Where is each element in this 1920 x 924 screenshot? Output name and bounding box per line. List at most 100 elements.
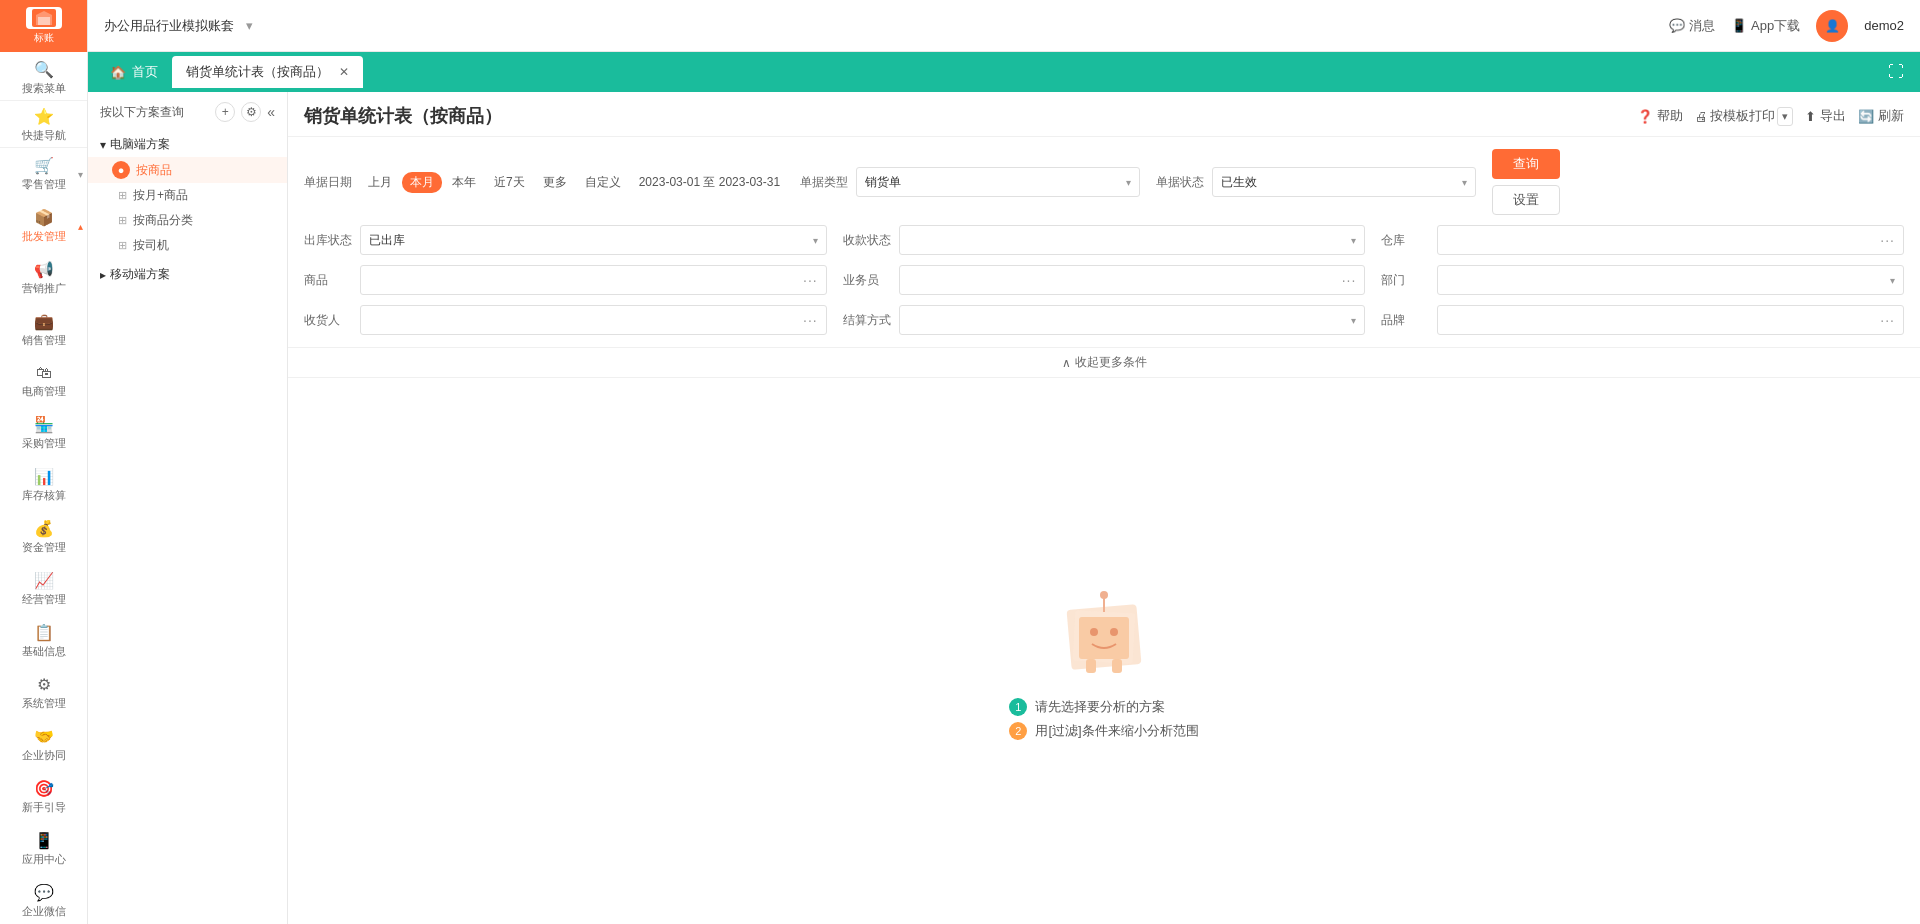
scheme-by-month-goods[interactable]: ⊞ 按月+商品 (88, 183, 287, 208)
sidebar-item-wholesale[interactable]: 📦 批发管理 ▴ (0, 200, 87, 252)
bill-type-value: 销货单 (865, 174, 901, 191)
tab-home-label: 首页 (132, 63, 158, 81)
retail-label: 零售管理 (22, 177, 66, 192)
print-dropdown-arrow[interactable]: ▾ (1777, 107, 1793, 126)
tip-2-text: 用[过滤]条件来缩小分析范围 (1035, 722, 1198, 740)
inventory-icon: 📊 (34, 467, 54, 486)
tab-bar: 🏠 首页 销货单统计表（按商品） ✕ ⛶ (88, 52, 1920, 92)
download-icon: 📱 (1731, 18, 1747, 33)
brand-label: 品牌 (1381, 312, 1429, 329)
date-tab-7days[interactable]: 近7天 (486, 172, 533, 193)
filter-row-1: 单据日期 上月 本月 本年 近7天 更多 自定义 2023-03-01 至 20… (304, 149, 1904, 215)
help-button[interactable]: ❓ 帮助 (1637, 107, 1683, 125)
system-icon: ⚙ (37, 675, 51, 694)
query-button[interactable]: 查询 (1492, 149, 1560, 179)
bill-type-input[interactable]: 销货单 ▾ (856, 167, 1140, 197)
left-panel-actions: + ⚙ « (215, 102, 275, 122)
settings-icon: ⚙ (246, 105, 257, 119)
tab-close-icon[interactable]: ✕ (339, 65, 349, 79)
sidebar-item-purchase[interactable]: 🏪 采购管理 (0, 407, 87, 459)
settings-button[interactable]: 设置 (1492, 185, 1560, 215)
refresh-button[interactable]: 🔄 刷新 (1858, 107, 1904, 125)
export-button[interactable]: ⬆ 导出 (1805, 107, 1846, 125)
sidebar-item-sales[interactable]: 💼 销售管理 (0, 304, 87, 356)
guide-icon: 🎯 (34, 779, 54, 798)
settlement-input[interactable]: ▾ (899, 305, 1366, 335)
bill-status-arrow-icon: ▾ (1462, 177, 1467, 188)
date-tab-lastmonth[interactable]: 上月 (360, 172, 400, 193)
goods-input[interactable]: ··· (360, 265, 827, 295)
purchase-icon: 🏪 (34, 415, 54, 434)
inventory-label: 库存核算 (22, 488, 66, 503)
page-actions: ❓ 帮助 🖨 按模板打印 ▾ ⬆ 导出 🔄 刷新 (1637, 107, 1904, 126)
retail-icon: 🛒 (34, 156, 54, 175)
svg-rect-1 (38, 17, 50, 25)
svg-point-6 (1110, 628, 1118, 636)
sidebar-item-marketing[interactable]: 📢 营销推广 (0, 252, 87, 304)
quick-nav-label: 快捷导航 (22, 128, 66, 143)
warehouse-status-arrow-icon: ▾ (813, 235, 818, 246)
message-action[interactable]: 💬 消息 (1669, 17, 1715, 35)
cooperation-icon: 🤝 (34, 727, 54, 746)
sidebar-item-management[interactable]: 📈 经营管理 (0, 563, 87, 615)
brand-input[interactable]: ··· (1437, 305, 1904, 335)
date-tab-more[interactable]: 更多 (535, 172, 575, 193)
sidebar-item-guide[interactable]: 🎯 新手引导 (0, 771, 87, 823)
sidebar-item-retail[interactable]: 🛒 零售管理 ▾ (0, 148, 87, 200)
department-label: 部门 (1381, 272, 1429, 289)
print-button[interactable]: 🖨 按模板打印 ▾ (1695, 107, 1793, 126)
scheme-by-goods[interactable]: ● 按商品 (88, 157, 287, 183)
left-panel: 按以下方案查询 + ⚙ « ▾ 电脑端方案 ● 按商品 (88, 92, 288, 924)
sidebar-item-wechat[interactable]: 💬 企业微信 (0, 875, 87, 924)
quick-nav-item[interactable]: ⭐ 快捷导航 (0, 101, 87, 148)
breadcrumb-arrow-icon: ▾ (246, 18, 253, 33)
user-name: demo2 (1864, 18, 1904, 33)
tip-item-2: 2 用[过滤]条件来缩小分析范围 (1009, 722, 1198, 740)
collapse-conditions-button[interactable]: ∧ 收起更多条件 (288, 348, 1920, 378)
department-field: 部门 ▾ (1381, 265, 1904, 295)
receiver-input[interactable]: ··· (360, 305, 827, 335)
pc-scheme-section[interactable]: ▾ 电脑端方案 (88, 128, 287, 157)
sidebar-item-basic[interactable]: 📋 基础信息 (0, 615, 87, 667)
purchase-label: 采购管理 (22, 436, 66, 451)
warehouse-status-input[interactable]: 已出库 ▾ (360, 225, 827, 255)
bill-type-arrow-icon: ▾ (1126, 177, 1131, 188)
scheme-month-goods-label: 按月+商品 (133, 187, 188, 204)
salesperson-input[interactable]: ··· (899, 265, 1366, 295)
bill-status-input[interactable]: 已生效 ▾ (1212, 167, 1476, 197)
sidebar-item-ecommerce[interactable]: 🛍 电商管理 (0, 356, 87, 407)
warehouse-input[interactable]: ··· (1437, 225, 1904, 255)
date-tab-custom[interactable]: 自定义 (577, 172, 629, 193)
settings-scheme-button[interactable]: ⚙ (241, 102, 261, 122)
receiver-dots-icon: ··· (803, 312, 818, 328)
sidebar-item-system[interactable]: ⚙ 系统管理 (0, 667, 87, 719)
sidebar-item-appstore[interactable]: 📱 应用中心 (0, 823, 87, 875)
help-label: 帮助 (1657, 107, 1683, 125)
tab-home[interactable]: 🏠 首页 (96, 56, 172, 88)
system-label: 系统管理 (22, 696, 66, 711)
tab-sales-report[interactable]: 销货单统计表（按商品） ✕ (172, 56, 363, 88)
date-tabs: 上月 本月 本年 近7天 更多 自定义 (360, 172, 629, 193)
mobile-scheme-section[interactable]: ▸ 移动端方案 (88, 258, 287, 287)
date-tab-thisyear[interactable]: 本年 (444, 172, 484, 193)
app-download-action[interactable]: 📱 App下载 (1731, 17, 1800, 35)
page-title: 销货单统计表（按商品） (304, 104, 502, 128)
salesperson-label: 业务员 (843, 272, 891, 289)
query-buttons: 查询 设置 (1492, 149, 1560, 215)
maximize-icon[interactable]: ⛶ (1880, 63, 1912, 81)
payment-status-input[interactable]: ▾ (899, 225, 1366, 255)
scheme-by-category[interactable]: ⊞ 按商品分类 (88, 208, 287, 233)
department-input[interactable]: ▾ (1437, 265, 1904, 295)
scheme-by-driver[interactable]: ⊞ 按司机 (88, 233, 287, 258)
add-scheme-button[interactable]: + (215, 102, 235, 122)
avatar[interactable]: 👤 (1816, 10, 1848, 42)
sidebar-item-inventory[interactable]: 📊 库存核算 (0, 459, 87, 511)
sidebar-item-finance[interactable]: 💰 资金管理 (0, 511, 87, 563)
guide-label: 新手引导 (22, 800, 66, 815)
search-menu-item[interactable]: 🔍 搜索菜单 (0, 52, 87, 101)
collapse-panel-button[interactable]: « (267, 104, 275, 120)
mobile-scheme-label: 移动端方案 (110, 266, 170, 283)
sidebar-item-cooperation[interactable]: 🤝 企业协同 (0, 719, 87, 771)
export-icon: ⬆ (1805, 109, 1816, 124)
date-tab-thismonth[interactable]: 本月 (402, 172, 442, 193)
